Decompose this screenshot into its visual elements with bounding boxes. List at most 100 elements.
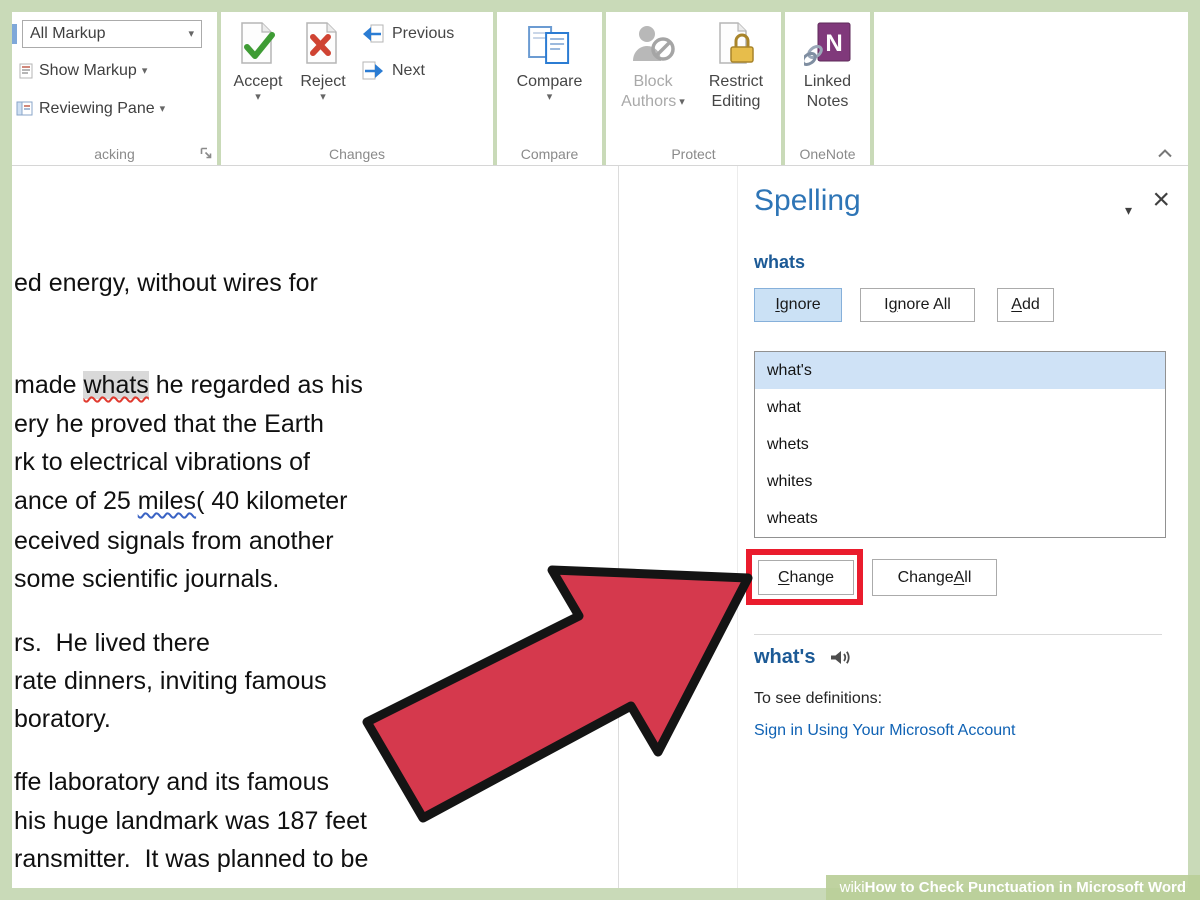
- compare-label: Compare: [517, 72, 583, 92]
- group-label-changes: Changes: [221, 146, 493, 162]
- chevron-down-icon: ▾: [679, 97, 685, 107]
- document-line: some scientific journals.: [14, 565, 279, 594]
- suggestion-item[interactable]: what: [755, 389, 1165, 426]
- document-line: ffe laboratory and its famous: [14, 768, 329, 797]
- document-line: his huge landmark was 187 feet: [14, 807, 367, 836]
- pronounce-word: what's: [754, 646, 815, 669]
- label-accelerator: A: [1011, 296, 1022, 314]
- accept-icon: [238, 16, 278, 72]
- label-accelerator: A: [954, 569, 965, 587]
- label-text: hange: [790, 569, 835, 587]
- ribbon-group-tracking: All Markup ▾ Show Markup ▾: [12, 12, 217, 165]
- ribbon-group-compare: Compare ▾ Compare: [497, 12, 602, 165]
- reviewing-pane-icon: [16, 101, 34, 117]
- group-label-compare: Compare: [497, 146, 602, 162]
- pane-section-divider: [754, 634, 1162, 635]
- label-text: nore All: [897, 296, 950, 314]
- suggestion-item[interactable]: what's: [755, 352, 1165, 389]
- document-line: ance of 25 miles( 40 kilometer: [14, 487, 348, 516]
- signin-link[interactable]: Sign in Using Your Microsoft Account: [754, 722, 1015, 740]
- restrict-editing-label-line2: Editing: [712, 92, 761, 112]
- text-segment: ance of 25: [14, 487, 138, 515]
- block-authors-button[interactable]: Block Authors ▾: [616, 16, 690, 112]
- restrict-editing-button[interactable]: Restrict Editing: [698, 16, 774, 112]
- restrict-editing-label-line1: Restrict: [709, 72, 763, 92]
- document-pane-divider: [618, 166, 619, 888]
- text-segment: ( 40 kilometer: [196, 487, 347, 515]
- wikihow-watermark: wikiHow to Check Punctuation in Microsof…: [826, 875, 1200, 900]
- restrict-editing-icon: [715, 16, 757, 72]
- watermark-text: How to Check Punctuation in Microsoft Wo…: [865, 879, 1186, 896]
- text-segment: he regarded as his: [149, 371, 363, 399]
- definitions-hint: To see definitions:: [754, 690, 882, 708]
- pronounce-row: what's: [754, 646, 851, 669]
- next-button[interactable]: Next: [361, 57, 454, 85]
- change-all-button[interactable]: Change All: [872, 559, 997, 596]
- suggestion-item[interactable]: whets: [755, 426, 1165, 463]
- dialog-launcher-icon[interactable]: [199, 146, 213, 160]
- misspelled-word[interactable]: whats: [83, 371, 148, 399]
- chevron-down-icon: ▾: [142, 66, 148, 76]
- group-label-onenote: OneNote: [785, 146, 870, 162]
- show-markup-icon: [18, 63, 34, 79]
- ignore-button-row: Ignore Ignore All Add: [754, 288, 1054, 322]
- collapse-ribbon-icon[interactable]: [1156, 148, 1174, 159]
- reviewing-pane-label: Reviewing Pane: [39, 100, 155, 118]
- speaker-icon[interactable]: [829, 649, 851, 666]
- markup-view-select[interactable]: All Markup ▾: [22, 20, 202, 48]
- block-authors-label-text: Authors: [621, 92, 676, 112]
- change-button[interactable]: Change: [758, 560, 854, 595]
- reviewing-pane-button[interactable]: Reviewing Pane ▾: [16, 100, 165, 118]
- compare-button[interactable]: Compare ▾: [517, 16, 583, 102]
- suggestion-item[interactable]: wheats: [755, 500, 1165, 537]
- previous-icon: [361, 22, 385, 46]
- label-accelerator: C: [778, 569, 790, 587]
- ribbon-filler: [874, 12, 1188, 165]
- chevron-down-icon: ▾: [188, 29, 194, 39]
- close-icon[interactable]: ×: [1152, 186, 1170, 214]
- add-button[interactable]: Add: [997, 288, 1054, 322]
- chevron-down-icon: ▾: [160, 104, 166, 114]
- suggestions-list: what's what whets whites wheats: [754, 351, 1166, 538]
- ribbon-group-onenote: N Linked Notes OneNote: [785, 12, 870, 165]
- ribbon-group-changes: Accept ▾ Reject ▾: [221, 12, 493, 165]
- label-accelerator: g: [889, 296, 898, 314]
- current-misspelled-word: whats: [754, 252, 805, 273]
- markup-view-value: All Markup: [30, 25, 106, 43]
- show-markup-button[interactable]: Show Markup ▾: [18, 62, 147, 80]
- next-label: Next: [392, 62, 425, 80]
- grammar-flagged-word[interactable]: miles: [138, 487, 196, 515]
- label-text: dd: [1022, 296, 1040, 314]
- pane-title: Spelling: [754, 184, 861, 218]
- accept-button[interactable]: Accept ▾: [229, 16, 287, 102]
- document-line: made whats he regarded as his: [14, 371, 363, 400]
- document-line: rate dinners, inviting famous: [14, 667, 327, 696]
- reject-button[interactable]: Reject ▾: [295, 16, 351, 102]
- document-line: ed energy, without wires for: [14, 269, 318, 298]
- document-line: eceived signals from another: [14, 527, 334, 556]
- linked-notes-button[interactable]: N Linked Notes: [804, 16, 852, 112]
- reject-icon: [303, 16, 343, 72]
- show-markup-label: Show Markup: [39, 62, 137, 80]
- document-line: ransmitter. It was planned to be: [14, 845, 368, 874]
- content-area: ed energy, without wires for made whats …: [12, 166, 1188, 888]
- block-authors-label-line1: Block: [633, 72, 672, 92]
- chevron-down-icon: ▾: [547, 92, 553, 102]
- document-area[interactable]: ed energy, without wires for made whats …: [12, 166, 618, 888]
- text-segment: made: [14, 371, 83, 399]
- group-label-tracking: acking: [12, 146, 217, 162]
- previous-button[interactable]: Previous: [361, 20, 454, 48]
- next-icon: [361, 59, 385, 83]
- document-line: ery he proved that the Earth: [14, 410, 324, 439]
- block-authors-icon: [630, 16, 676, 72]
- suggestion-item[interactable]: whites: [755, 463, 1165, 500]
- linked-notes-label-line2: Notes: [807, 92, 849, 112]
- chevron-down-icon: ▾: [255, 92, 261, 102]
- svg-text:N: N: [825, 30, 842, 57]
- compare-icon: [527, 16, 573, 72]
- pane-options-icon[interactable]: ▾: [1125, 202, 1132, 219]
- ignore-all-button[interactable]: Ignore All: [860, 288, 975, 322]
- ignore-button[interactable]: Ignore: [754, 288, 842, 322]
- linked-notes-label-line1: Linked: [804, 72, 851, 92]
- label-text: ll: [964, 569, 971, 587]
